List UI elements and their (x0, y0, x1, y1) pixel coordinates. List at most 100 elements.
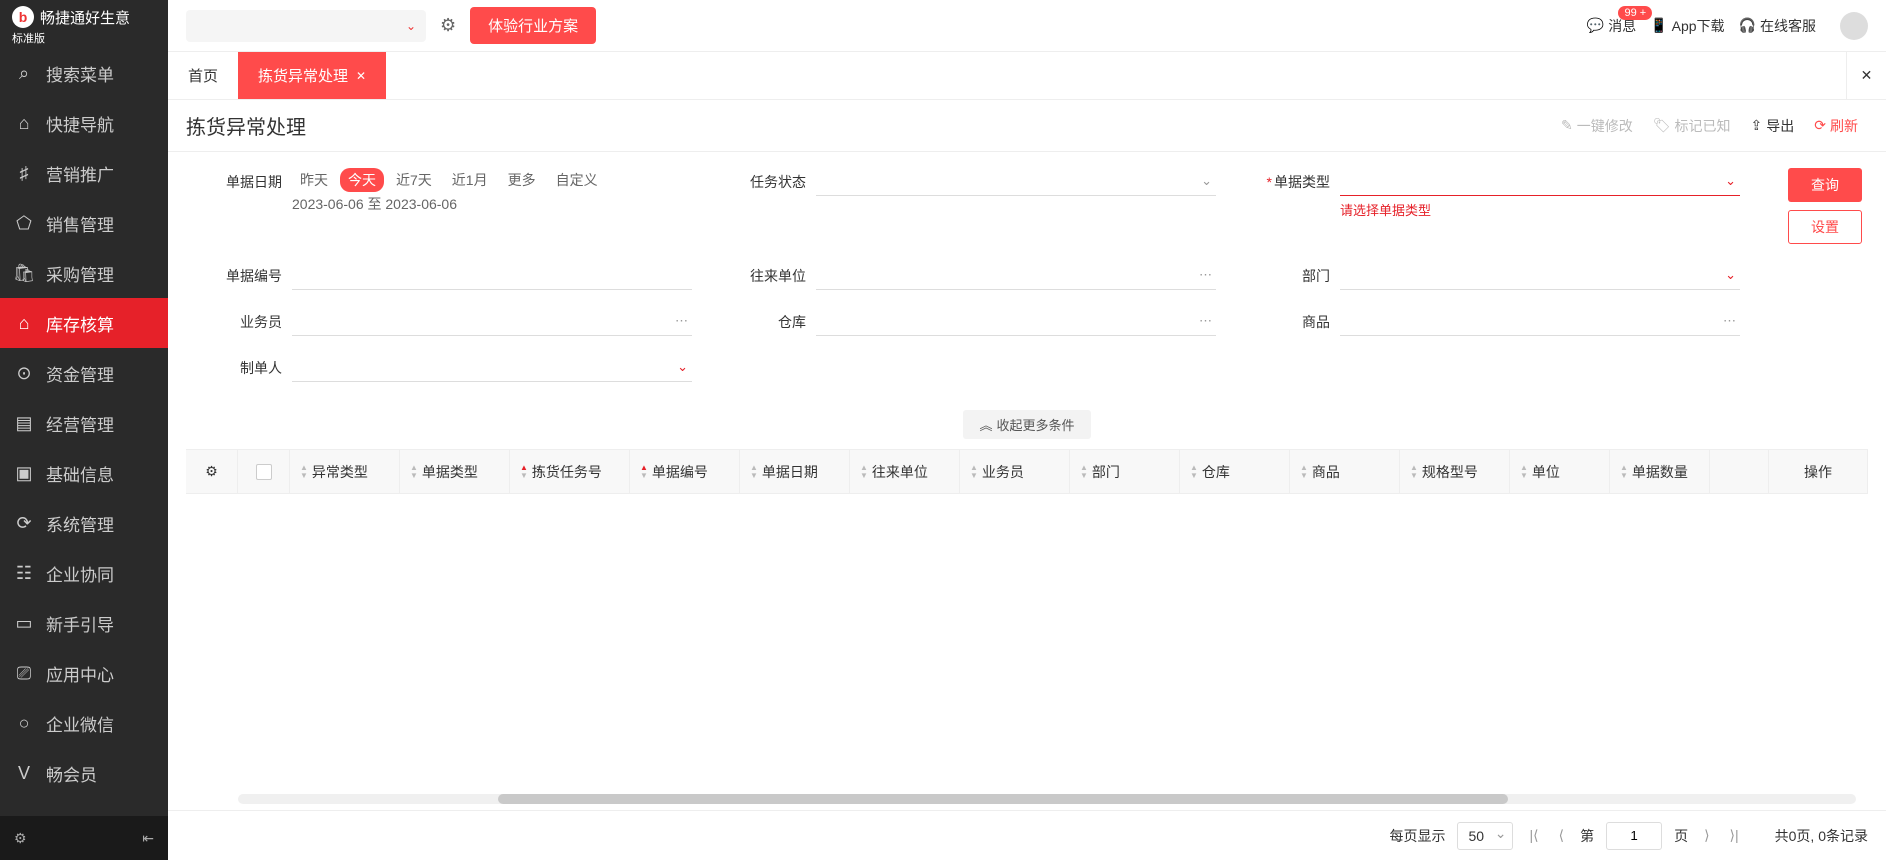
nav-quick-nav[interactable]: ⌂快捷导航 (0, 98, 168, 148)
phone-icon: 📱 (1650, 17, 1667, 34)
nav-wechat-work[interactable]: ○企业微信 (0, 698, 168, 748)
pagination-summary: 共0页, 0条记录 (1775, 826, 1868, 846)
nav-system[interactable]: ⟳系统管理 (0, 498, 168, 548)
doc-type-select[interactable] (1340, 168, 1740, 196)
per-page-select[interactable]: 50 (1457, 822, 1513, 850)
org-selector[interactable]: ⌄ (186, 10, 426, 42)
nav-marketing[interactable]: ♯营销推广 (0, 148, 168, 198)
nav-base-info[interactable]: ▣基础信息 (0, 448, 168, 498)
nav-list: ⌕搜索菜单 ⌂快捷导航 ♯营销推广 ⬠销售管理 🛍采购管理 ⌂库存核算 ⊙资金管… (0, 48, 168, 816)
collapse-filters-button[interactable]: ︽ 收起更多条件 (963, 410, 1090, 439)
more-icon[interactable]: ⋯ (1199, 313, 1212, 329)
next-page-button[interactable]: ⟩ (1700, 823, 1713, 848)
nav-app-center[interactable]: ⎚应用中心 (0, 648, 168, 698)
preset-yesterday[interactable]: 昨天 (292, 168, 336, 192)
settings-icon[interactable]: ⚙ (14, 830, 27, 847)
team-icon: ☷ (14, 563, 34, 583)
col-product[interactable]: ▲▼商品 (1290, 450, 1400, 493)
search-button[interactable]: 查询 (1788, 168, 1862, 202)
messages-button[interactable]: 💬 消息 99 + (1587, 16, 1636, 36)
close-all-tabs-button[interactable]: ✕ (1846, 52, 1886, 99)
col-doc-no[interactable]: ▲▼单据编号 (630, 450, 740, 493)
creator-select[interactable] (292, 354, 692, 382)
settings-button[interactable]: 设置 (1788, 210, 1862, 244)
col-qty[interactable]: ▲▼单据数量 (1610, 450, 1710, 493)
col-partner[interactable]: ▲▼往来单位 (850, 450, 960, 493)
col-dept[interactable]: ▲▼部门 (1070, 450, 1180, 493)
preset-today[interactable]: 今天 (340, 168, 384, 192)
task-status-select[interactable] (816, 168, 1216, 196)
nav-inventory[interactable]: ⌂库存核算 (0, 298, 168, 348)
tab-home[interactable]: 首页 (168, 52, 238, 99)
col-doc-type[interactable]: ▲▼单据类型 (400, 450, 510, 493)
clipboard-icon: ▤ (14, 413, 34, 433)
page-header: 拣货异常处理 ✎一键修改 🏷标记已知 ⇪导出 ⟳刷新 (168, 100, 1886, 152)
col-warehouse[interactable]: ▲▼仓库 (1180, 450, 1290, 493)
id-icon: ▣ (14, 463, 34, 483)
prev-page-button[interactable]: ⟨ (1555, 823, 1568, 848)
brand-edition: 标准版 (12, 30, 156, 46)
dept-label: 部门 (1240, 262, 1330, 286)
export-button[interactable]: ⇪导出 (1741, 110, 1805, 142)
col-doc-date[interactable]: ▲▼单据日期 (740, 450, 850, 493)
preset-7days[interactable]: 近7天 (388, 168, 440, 192)
partner-label: 往来单位 (716, 262, 806, 286)
date-range-text: 2023-06-06 至 2023-06-06 (292, 194, 606, 214)
more-icon[interactable]: ⋯ (1199, 267, 1212, 283)
col-sales[interactable]: ▲▼业务员 (960, 450, 1070, 493)
col-task-no[interactable]: ▲▼拣货任务号 (510, 450, 630, 493)
nav-vip[interactable]: V畅会员 (0, 748, 168, 798)
col-operation: 操作 (1768, 450, 1868, 493)
chevron-down-icon[interactable]: ⌄ (1725, 173, 1736, 189)
dept-select[interactable] (1340, 262, 1740, 290)
messages-badge: 99 + (1618, 6, 1652, 20)
nav-business[interactable]: ▤经营管理 (0, 398, 168, 448)
preset-more[interactable]: 更多 (500, 168, 544, 192)
edit-icon: ✎ (1561, 117, 1573, 134)
preset-custom[interactable]: 自定义 (548, 168, 606, 192)
chevron-down-icon[interactable]: ⌄ (677, 359, 688, 375)
app-download-button[interactable]: 📱 App下载 (1650, 16, 1724, 36)
nav-collab[interactable]: ☷企业协同 (0, 548, 168, 598)
chevron-down-icon[interactable]: ⌄ (1201, 173, 1212, 189)
page-prefix: 第 (1580, 826, 1594, 846)
nav-purchase[interactable]: 🛍采购管理 (0, 248, 168, 298)
task-status-label: 任务状态 (716, 168, 806, 192)
support-button[interactable]: 🎧 在线客服 (1739, 16, 1816, 36)
nav-finance[interactable]: ⊙资金管理 (0, 348, 168, 398)
preset-1month[interactable]: 近1月 (444, 168, 496, 192)
sales-input[interactable] (292, 308, 692, 336)
nav-sales[interactable]: ⬠销售管理 (0, 198, 168, 248)
col-unit[interactable]: ▲▼单位 (1510, 450, 1610, 493)
gear-icon[interactable]: ⚙ (440, 15, 456, 36)
refresh-button[interactable]: ⟳刷新 (1804, 110, 1868, 142)
more-icon[interactable]: ⋯ (1723, 313, 1736, 329)
nav-search-menu[interactable]: ⌕搜索菜单 (0, 48, 168, 98)
warehouse-input[interactable] (816, 308, 1216, 336)
product-input[interactable] (1340, 308, 1740, 336)
product-label: 商品 (1240, 308, 1330, 332)
sidebar: b 畅捷通好生意 标准版 ⌕搜索菜单 ⌂快捷导航 ♯营销推广 ⬠销售管理 🛍采购… (0, 0, 168, 860)
close-tab-icon[interactable]: ✕ (356, 69, 366, 83)
last-page-button[interactable]: ⟩| (1726, 823, 1743, 848)
partner-input[interactable] (816, 262, 1216, 290)
scrollbar-thumb[interactable] (498, 794, 1508, 804)
brand-name: 畅捷通好生意 (40, 7, 130, 28)
user-avatar[interactable] (1840, 12, 1868, 40)
doc-no-input[interactable] (292, 262, 692, 290)
tab-picking-exception[interactable]: 拣货异常处理 ✕ (238, 52, 386, 99)
table-settings-button[interactable]: ⚙ (186, 450, 238, 493)
collapse-sidebar-icon[interactable]: ⇤ (142, 830, 154, 847)
doc-type-label: *单据类型 (1240, 168, 1330, 192)
col-spec[interactable]: ▲▼规格型号 (1400, 450, 1510, 493)
page-number-input[interactable] (1606, 822, 1662, 850)
chevron-down-icon[interactable]: ⌄ (1725, 267, 1736, 283)
promo-button[interactable]: 体验行业方案 (470, 7, 596, 44)
first-page-button[interactable]: |⟨ (1525, 823, 1542, 848)
more-icon[interactable]: ⋯ (675, 313, 688, 329)
pagination: 每页显示 50 |⟨ ⟨ 第 页 ⟩ ⟩| 共0页, 0条记录 (168, 810, 1886, 860)
horizontal-scrollbar[interactable] (238, 794, 1856, 804)
select-all-checkbox[interactable] (256, 464, 272, 480)
col-exception-type[interactable]: ▲▼异常类型 (290, 450, 400, 493)
nav-guide[interactable]: ▭新手引导 (0, 598, 168, 648)
